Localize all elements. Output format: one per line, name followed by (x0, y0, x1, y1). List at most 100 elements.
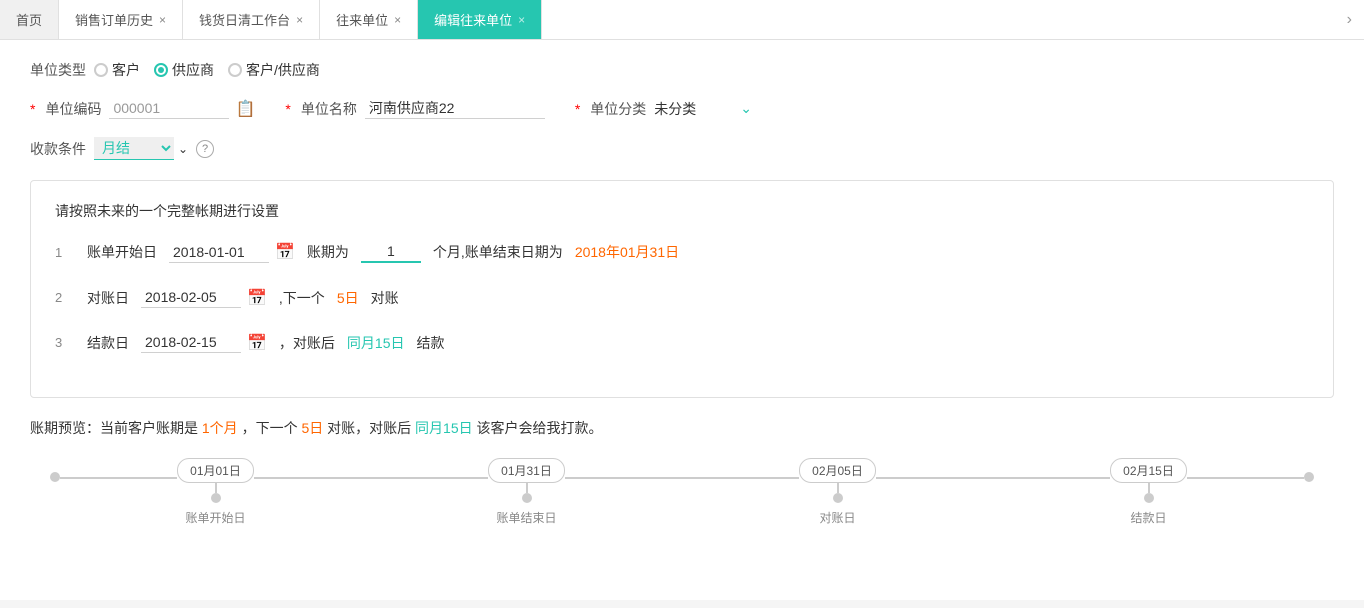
unit-type-label: 单位类型 (30, 60, 86, 80)
period-date-3: 📅 (141, 332, 267, 353)
payment-condition-select[interactable]: 月结 (94, 137, 174, 160)
tab-sales-order-history-close[interactable]: × (159, 13, 166, 27)
tab-home[interactable]: 首页 (0, 0, 59, 39)
tl-node-4: 02月15日 结款日 (1110, 458, 1187, 526)
unit-name-group: * 单位名称 (285, 98, 544, 119)
tl-badge-4: 02月15日 (1110, 458, 1187, 483)
period-row-2: 2 对账日 📅 ,下一个 5日 对账 (55, 287, 1309, 308)
tl-segment-3 (565, 477, 799, 479)
tl-segment-5 (1187, 477, 1304, 479)
tl-badge-3: 02月05日 (799, 458, 876, 483)
tl-dot-4 (1144, 493, 1154, 503)
tab-partner-unit-close[interactable]: × (394, 13, 401, 27)
unit-category-required-star: * (575, 101, 580, 117)
tl-label-4: 结款日 (1131, 509, 1167, 526)
preview-middle2: 对账，对账后 (327, 420, 411, 436)
tabs-arrow[interactable]: › (1335, 11, 1364, 29)
tl-segment-4 (876, 477, 1110, 479)
tl-dot-1 (211, 493, 221, 503)
unit-category-value: 未分类 (654, 99, 734, 119)
preview-middle1: ，下一个 (242, 420, 298, 436)
unit-code-copy-icon[interactable]: 📋 (235, 99, 255, 119)
tl-badge-1: 01月01日 (177, 458, 254, 483)
period-date-input-1[interactable] (169, 242, 269, 263)
calendar-icon-1[interactable]: 📅 (275, 242, 295, 262)
period-date-1: 📅 (169, 242, 295, 263)
period-desc-prefix-1: 账期为 (307, 242, 349, 262)
tl-segment-2 (254, 477, 488, 479)
payment-condition-label: 收款条件 (30, 139, 86, 159)
period-desc-suffix-3: 结款 (417, 333, 445, 353)
unit-category-dropdown[interactable]: 未分类 ⌄ (654, 99, 752, 119)
tl-segment-1 (60, 477, 177, 479)
radio-both-label: 客户/供应商 (246, 60, 320, 80)
payment-condition-row: 收款条件 月结 ⌄ ? (30, 137, 1334, 160)
period-date-input-3[interactable] (141, 332, 241, 353)
period-label-3: 结款日 (87, 333, 129, 353)
tl-node-1: 01月01日 账单开始日 (177, 458, 254, 526)
calendar-icon-2[interactable]: 📅 (247, 288, 267, 308)
tab-sales-order-history[interactable]: 销售订单历史 × (59, 0, 183, 39)
tab-cash-ledger[interactable]: 钱货日清工作台 × (183, 0, 320, 39)
radio-both[interactable]: 客户/供应商 (228, 60, 320, 80)
preview-part2: 5日 (301, 420, 323, 436)
tl-label-1: 账单开始日 (186, 509, 246, 526)
payment-condition-field: 月结 ⌄ (94, 137, 188, 160)
tab-cash-ledger-label: 钱货日清工作台 (199, 10, 290, 29)
period-highlight-1: 2018年01月31日 (575, 242, 679, 262)
tl-badge-2: 01月31日 (488, 458, 565, 483)
tl-node-3: 02月05日 对账日 (799, 458, 876, 526)
tab-home-label: 首页 (16, 10, 42, 29)
tl-node-2: 01月31日 账单结束日 (488, 458, 565, 526)
radio-customer[interactable]: 客户 (94, 60, 140, 80)
period-row-1: 1 账单开始日 📅 账期为 个月,账单结束日期为 2018年01月31日 (55, 241, 1309, 263)
radio-customer-label: 客户 (112, 60, 140, 80)
period-desc-prefix-2: ,下一个 (279, 288, 325, 308)
tab-edit-partner-unit-close[interactable]: × (518, 13, 525, 27)
period-label-1: 账单开始日 (87, 242, 157, 262)
radio-both-circle (228, 63, 242, 77)
period-highlight-2: 5日 (337, 288, 359, 308)
period-row-3: 3 结款日 📅 ，对账后 同月15日 结款 (55, 332, 1309, 353)
tl-connector-2 (526, 483, 528, 493)
tab-edit-partner-unit[interactable]: 编辑往来单位 × (418, 0, 542, 39)
help-icon[interactable]: ? (196, 140, 214, 158)
period-value-input-1[interactable] (361, 241, 421, 263)
period-desc-suffix-1: 个月,账单结束日期为 (433, 242, 563, 262)
period-label-2: 对账日 (87, 288, 129, 308)
payment-condition-arrow: ⌄ (178, 142, 188, 156)
tl-label-2: 账单结束日 (497, 509, 557, 526)
tabs-bar: 首页 销售订单历史 × 钱货日清工作台 × 往来单位 × 编辑往来单位 × › (0, 0, 1364, 40)
period-num-1: 1 (55, 245, 75, 260)
unit-code-input[interactable] (109, 98, 229, 119)
tl-label-3: 对账日 (820, 509, 856, 526)
tab-sales-order-history-label: 销售订单历史 (75, 10, 153, 29)
tab-cash-ledger-close[interactable]: × (296, 13, 303, 27)
tl-connector-3 (837, 483, 839, 493)
period-num-2: 2 (55, 290, 75, 305)
preview-part3: 同月15日 (415, 420, 473, 436)
tab-partner-unit[interactable]: 往来单位 × (320, 0, 418, 39)
preview-part1: 1个月 (202, 420, 238, 436)
unit-category-label: 单位分类 (590, 99, 646, 119)
preview-text: 账期预览：当前客户账期是 1个月 ，下一个 5日 对账，对账后 同月15日 该客… (30, 418, 1334, 438)
unit-type-group: 单位类型 客户 供应商 客户/供应商 (30, 60, 320, 80)
unit-name-input[interactable] (365, 98, 545, 119)
unit-name-label: 单位名称 (301, 99, 357, 119)
period-highlight-3: 同月15日 (347, 333, 405, 353)
tl-connector-1 (215, 483, 217, 493)
tl-right-dot (1304, 472, 1314, 482)
unit-category-group: * 单位分类 未分类 ⌄ (575, 99, 752, 119)
radio-supplier-label: 供应商 (172, 60, 214, 80)
unit-info-row: * 单位编码 📋 * 单位名称 * 单位分类 未分类 ⌄ (30, 98, 1334, 119)
period-settings-box: 请按照未来的一个完整帐期进行设置 1 账单开始日 📅 账期为 个月,账单结束日期… (30, 180, 1334, 398)
unit-code-group: * 单位编码 📋 (30, 98, 255, 119)
tab-edit-partner-unit-label: 编辑往来单位 (434, 10, 512, 29)
radio-supplier[interactable]: 供应商 (154, 60, 214, 80)
period-box-title: 请按照未来的一个完整帐期进行设置 (55, 201, 1309, 221)
calendar-icon-3[interactable]: 📅 (247, 333, 267, 353)
tab-partner-unit-label: 往来单位 (336, 10, 388, 29)
radio-supplier-circle (154, 63, 168, 77)
unit-code-required-star: * (30, 101, 35, 117)
period-date-input-2[interactable] (141, 287, 241, 308)
